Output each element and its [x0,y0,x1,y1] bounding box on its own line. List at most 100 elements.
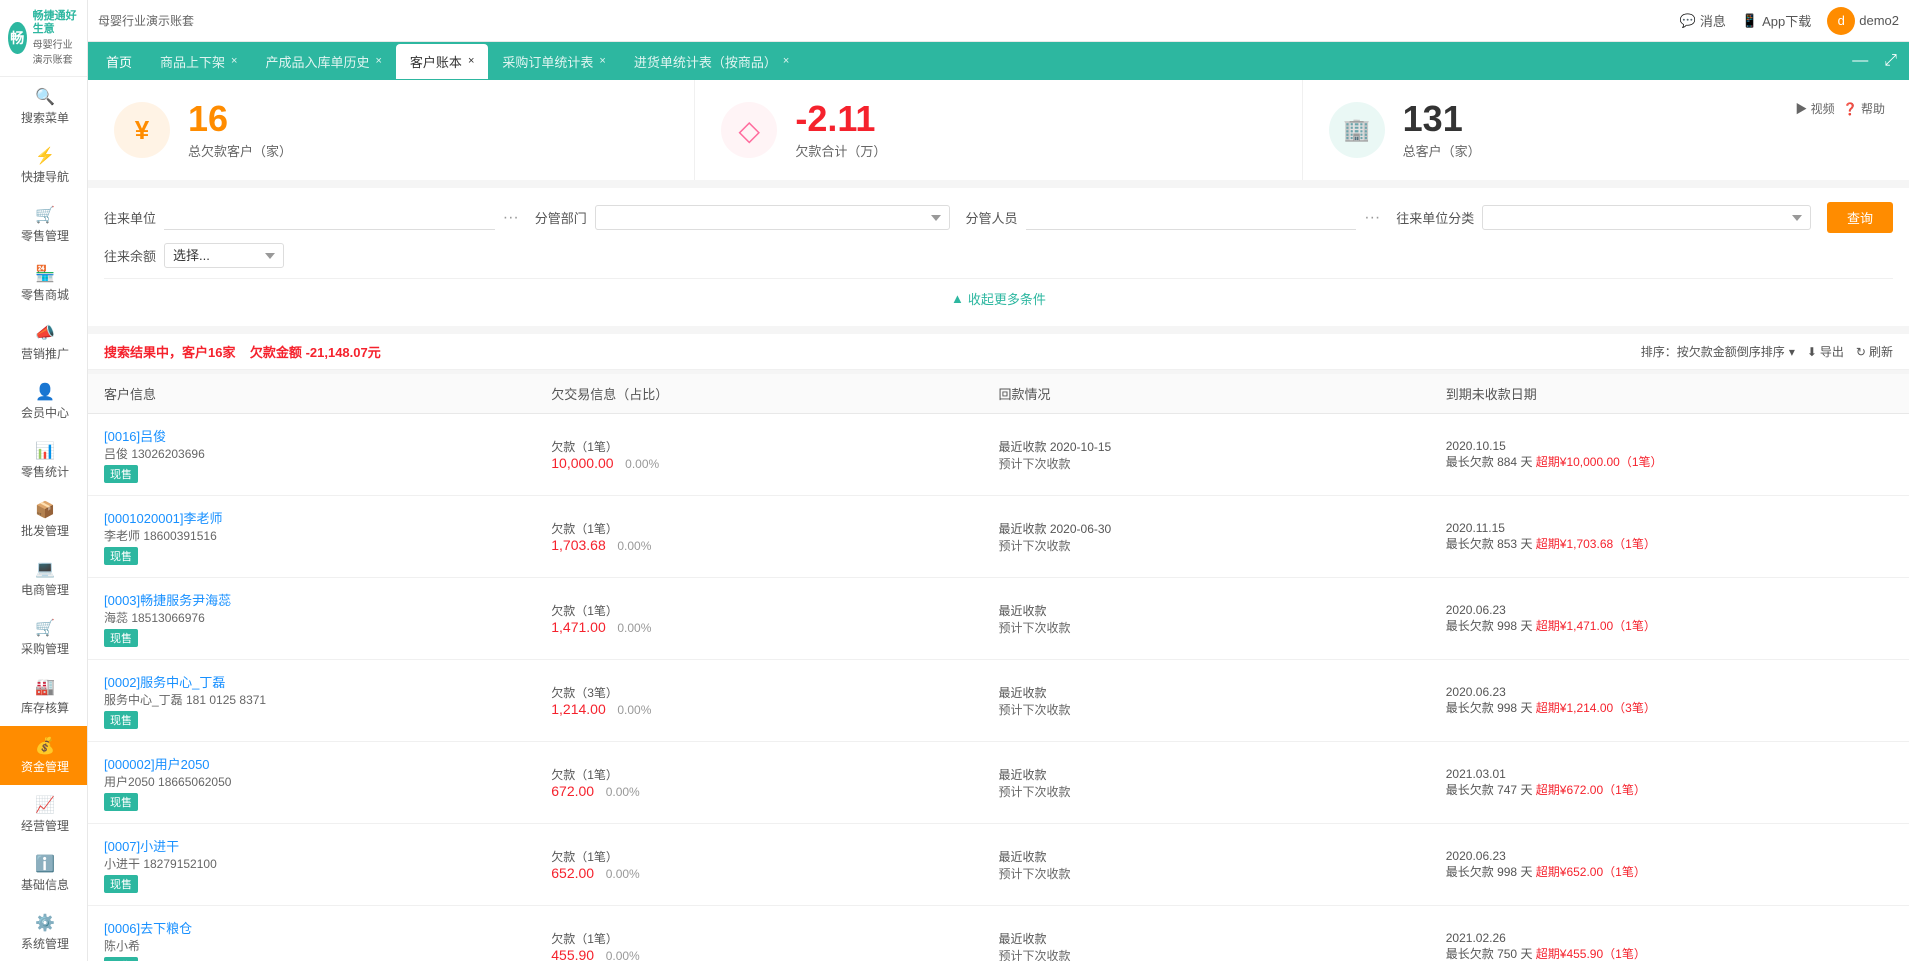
customer-name-6[interactable]: [0006]去下粮仓 [104,918,551,937]
stat-card-total-customers: 🏢 131 总客户（家） ▶ 视频 ❓ 帮助 [1303,80,1909,180]
message-btn[interactable]: 💬 消息 [1680,11,1726,30]
tab-customer-account[interactable]: 客户账本 × [396,44,488,79]
app-download-btn[interactable]: 📱 App下载 [1742,11,1811,30]
tab-inbound-stats[interactable]: 进货单统计表（按商品） × [620,44,803,79]
sidebar-item-finance[interactable]: 💰资金管理 [0,726,87,785]
sidebar-item-operations[interactable]: 📈经营管理 [0,785,87,844]
tab-close-product-onoff[interactable]: × [231,55,237,67]
supplier-dots[interactable]: ··· [503,209,519,227]
refresh-btn[interactable]: ↻ 刷新 [1856,343,1893,360]
supplier-input[interactable] [164,206,495,230]
tab-home[interactable]: 首页 [92,44,146,79]
logo-sub: 母婴行业演示账套 [33,36,79,66]
overdue-amount-3[interactable]: 超期¥1,214.00（3笔） [1536,701,1656,715]
sidebar-nav: 🔍搜索菜单⚡快捷导航🛒零售管理🏪零售商城📣营销推广👤会员中心📊零售统计📦批发管理… [0,77,87,961]
collection-info-4: 最近收款 预计下次收款 [999,766,1446,800]
next-collection-0: 预计下次收款 [999,455,1446,472]
export-label: 导出 [1820,343,1844,360]
sidebar-item-purchase[interactable]: 🛒采购管理 [0,608,87,667]
debt-count-0: 欠款（1笔） [551,438,998,455]
customer-name-1[interactable]: [0001020001]李老师 [104,508,551,527]
customer-name-5[interactable]: [0007]小进干 [104,836,551,855]
sidebar-item-member[interactable]: 👤会员中心 [0,372,87,431]
filter-department: 分管部门 [535,205,950,230]
collection-info-6: 最近收款 预计下次收款 [999,930,1446,961]
customer-name-2[interactable]: [0003]畅捷服务尹海蕊 [104,590,551,609]
video-btn[interactable]: ▶ 视频 [1795,100,1834,117]
tab-product-history[interactable]: 产成品入库单历史 × [251,44,395,79]
debt-pct-6: 0.00% [606,949,640,961]
collapse-icon: ▲ [951,291,964,306]
customer-name-0[interactable]: [0016]吕俊 [104,426,551,445]
overdue-amount-0[interactable]: 超期¥10,000.00（1笔） [1536,455,1663,469]
customer-name-3[interactable]: [0002]服务中心_丁磊 [104,672,551,691]
user-avatar-btn[interactable]: d demo2 [1827,7,1899,35]
collapse-btn[interactable]: ▲ 收起更多条件 [951,289,1046,308]
tab-close-product-history[interactable]: × [375,55,381,67]
debt-amount-6: 455.90 [551,947,594,961]
overdue-info-6: 2021.02.26 最长欠款 750 天 超期¥455.90（1笔） [1446,931,1893,961]
sidebar-item-search-menu[interactable]: 🔍搜索菜单 [0,77,87,136]
debt-count-4: 欠款（1笔） [551,766,998,783]
balance-select[interactable]: 选择... [164,243,284,268]
refresh-icon: ↻ [1856,345,1866,359]
overdue-info-2: 2020.06.23 最长欠款 998 天 超期¥1,471.00（1笔） [1446,603,1893,634]
customer-tag-1: 现售 [104,547,138,565]
search-button[interactable]: 查询 [1827,202,1893,233]
sort-selector[interactable]: 排序：按欠款金额倒序排序 ▾ [1641,343,1795,360]
table-row: [0001020001]李老师 李老师 18600391516 现售 欠款（1笔… [88,496,1909,578]
stats-row: ¥ 16 总欠款客户（家） ◇ -2.11 欠款合计（万） [88,80,1909,180]
sidebar-item-retail-store[interactable]: 🏪零售商城 [0,254,87,313]
overdue-days-1: 最长欠款 853 天 超期¥1,703.68（1笔） [1446,535,1893,552]
sidebar-icon-batch-mgmt: 📦 [9,500,81,520]
tab-purchase-order[interactable]: 采购订单统计表 × [488,44,619,79]
overdue-amount-5[interactable]: 超期¥652.00（1笔） [1536,865,1646,879]
tab-close-purchase-order[interactable]: × [599,55,605,67]
overdue-amount-2[interactable]: 超期¥1,471.00（1笔） [1536,619,1656,633]
minimize-btn[interactable]: — [1844,48,1876,74]
filter-manager: 分管人员 ··· [966,206,1381,230]
sidebar-item-retail-stats[interactable]: 📊零售统计 [0,431,87,490]
sidebar-item-batch-mgmt[interactable]: 📦批发管理 [0,490,87,549]
customer-name-4[interactable]: [000002]用户2050 [104,754,551,773]
overdue-amount-6[interactable]: 超期¥455.90（1笔） [1536,947,1646,961]
debt-pct-1: 0.00% [617,539,651,553]
overdue-amount-1[interactable]: 超期¥1,703.68（1笔） [1536,537,1656,551]
sidebar-icon-retail-stats: 📊 [9,441,81,461]
overdue-amount-4[interactable]: 超期¥672.00（1笔） [1536,783,1646,797]
results-amount-label: 欠款金额 [250,345,302,360]
overdue-days-4: 最长欠款 747 天 超期¥672.00（1笔） [1446,781,1893,798]
results-amount-value: -21,148.07元 [306,345,381,360]
tab-product-onoff[interactable]: 商品上下架 × [146,44,251,79]
overdue-days-6: 最长欠款 750 天 超期¥455.90（1笔） [1446,945,1893,961]
maximize-btn[interactable]: ⤢ [1876,48,1905,74]
due-date-5: 2020.06.23 [1446,849,1893,863]
collection-info-1: 最近收款 2020-06-30 预计下次收款 [999,520,1446,554]
department-select[interactable] [595,205,950,230]
sidebar-item-ecommerce[interactable]: 💻电商管理 [0,549,87,608]
sidebar-item-quick-nav[interactable]: ⚡快捷导航 [0,136,87,195]
sidebar-item-warehouse[interactable]: 🏭库存核算 [0,667,87,726]
customer-phone-1: 李老师 18600391516 [104,527,551,544]
sidebar-item-marketing[interactable]: 📣营销推广 [0,313,87,372]
topbar: 母婴行业演示账套 💬 消息 📱 App下载 d demo2 [88,0,1909,42]
sidebar-item-system[interactable]: ⚙️系统管理 [0,903,87,961]
table-row: [0016]吕俊 吕俊 13026203696 现售 欠款（1笔） 10,000… [88,414,1909,496]
sort-chevron-icon: ▾ [1789,345,1795,359]
tab-close-customer-account[interactable]: × [468,55,474,67]
manager-dots[interactable]: ··· [1364,209,1380,227]
manager-input[interactable] [1026,206,1357,230]
stat-icon-amount: ◇ [719,100,779,160]
sidebar-item-basic-info[interactable]: ℹ️基础信息 [0,844,87,903]
unit-category-select[interactable] [1482,205,1811,230]
overdue-info-0: 2020.10.15 最长欠款 884 天 超期¥10,000.00（1笔） [1446,439,1893,470]
stat-icon-total: 🏢 [1327,100,1387,160]
collection-info-2: 最近收款 预计下次收款 [999,602,1446,636]
export-btn[interactable]: ⬇ 导出 [1807,343,1844,360]
sidebar-item-retail-mgmt[interactable]: 🛒零售管理 [0,195,87,254]
help-icon: ❓ [1843,102,1858,116]
last-collection-4: 最近收款 [999,766,1446,783]
next-collection-5: 预计下次收款 [999,865,1446,882]
tab-close-inbound-stats[interactable]: × [783,55,789,67]
help-btn[interactable]: ❓ 帮助 [1843,100,1885,117]
